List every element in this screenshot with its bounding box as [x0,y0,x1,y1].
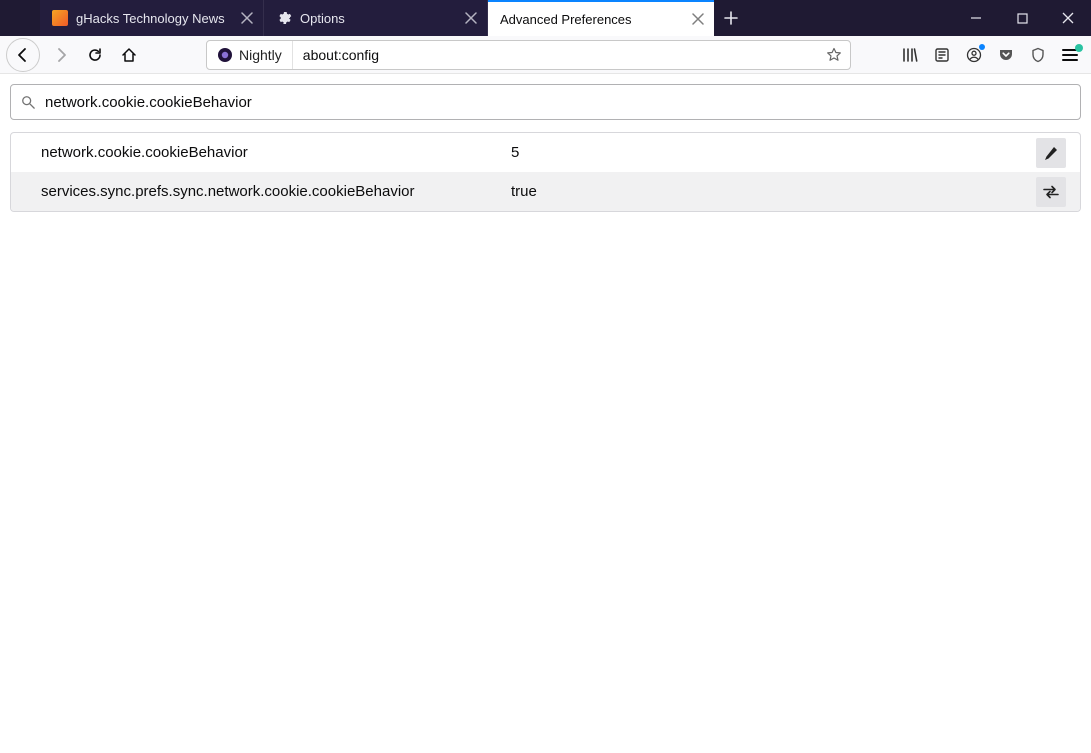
maximize-button[interactable] [999,0,1045,36]
navigation-toolbar: Nightly [0,36,1091,74]
close-icon[interactable] [241,12,253,24]
url-bar[interactable]: Nightly [206,40,851,70]
home-button[interactable] [114,40,144,70]
account-icon[interactable] [959,40,989,70]
pref-value: true [511,183,1020,200]
bookmark-star-icon[interactable] [818,47,850,63]
pref-action [1036,177,1066,207]
pocket-icon[interactable] [991,40,1021,70]
firefox-logo-icon [217,47,233,63]
library-icon[interactable] [895,40,925,70]
hamburger-icon [1062,49,1078,61]
app-menu-button[interactable] [1055,40,1085,70]
close-icon[interactable] [465,12,477,24]
favicon-ghacks-icon [52,10,68,26]
close-icon[interactable] [692,13,704,25]
new-tab-button[interactable] [714,0,748,36]
tab-label: gHacks Technology News [76,11,233,26]
reader-icon[interactable] [927,40,957,70]
identity-label: Nightly [239,47,282,63]
tab-strip: gHacks Technology News Options Advanced … [0,0,1091,36]
notification-dot-icon [979,44,985,50]
window-close-button[interactable] [1045,0,1091,36]
forward-button[interactable] [46,40,76,70]
tab-label: Options [300,11,457,26]
shield-icon[interactable] [1023,40,1053,70]
pref-name: services.sync.prefs.sync.network.cookie.… [41,183,511,200]
toolbar-extensions [859,40,1085,70]
gear-icon [276,10,292,26]
pref-row[interactable]: services.sync.prefs.sync.network.cookie.… [11,172,1080,211]
search-icon [21,95,35,109]
pref-name: network.cookie.cookieBehavior [41,144,511,161]
tab-label: Advanced Preferences [500,12,684,27]
back-button[interactable] [6,38,40,72]
identity-box[interactable]: Nightly [207,41,293,69]
edit-button[interactable] [1036,138,1066,168]
url-input[interactable] [293,47,818,63]
pref-row[interactable]: network.cookie.cookieBehavior 5 [11,133,1080,172]
toggle-arrows-icon [1042,185,1060,199]
pref-value: 5 [511,144,1020,161]
minimize-button[interactable] [953,0,999,36]
toggle-button[interactable] [1036,177,1066,207]
reload-button[interactable] [80,40,110,70]
pref-search-input[interactable] [45,94,1070,111]
tab-advanced-preferences[interactable]: Advanced Preferences [488,0,714,36]
tabstrip-left-spacer [0,0,40,36]
pencil-icon [1043,145,1059,161]
window-controls [953,0,1091,36]
pref-action [1036,138,1066,168]
aboutconfig-page: network.cookie.cookieBehavior 5 services… [0,74,1091,222]
tab-options[interactable]: Options [264,0,488,36]
tab-ghacks[interactable]: gHacks Technology News [40,0,264,36]
pref-search-box[interactable] [10,84,1081,120]
pref-table: network.cookie.cookieBehavior 5 services… [10,132,1081,212]
